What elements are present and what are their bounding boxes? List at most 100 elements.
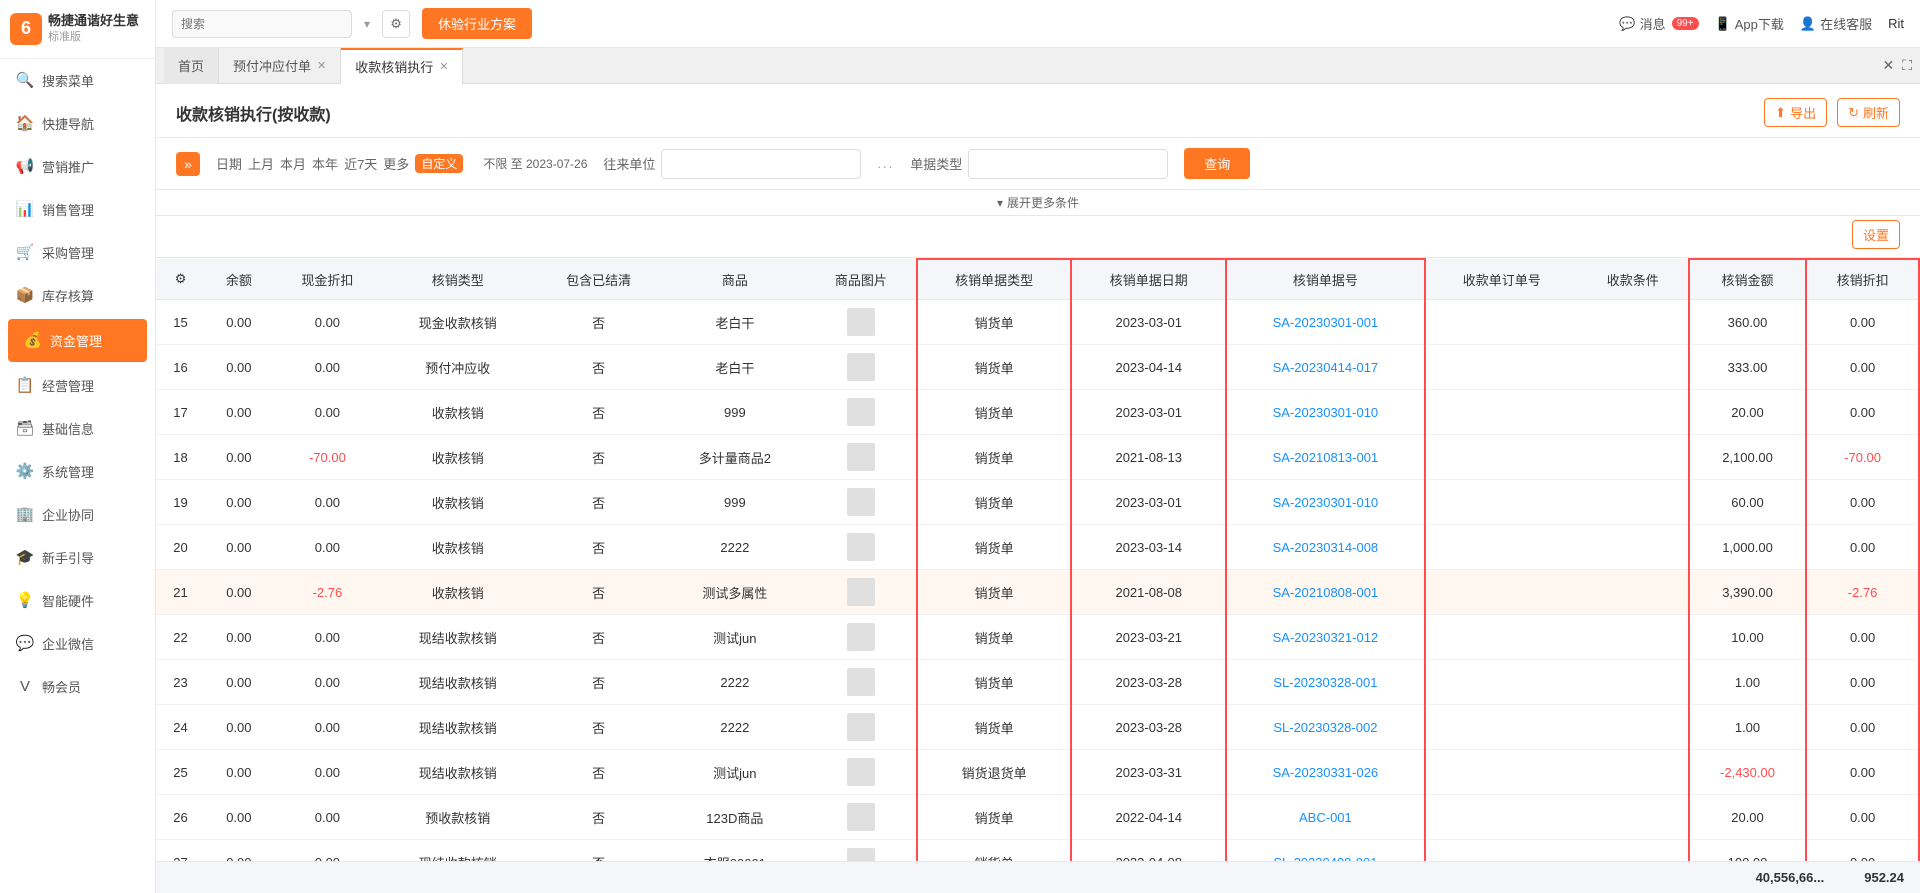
th-balance: 余额 <box>205 259 273 300</box>
filter-date-7days[interactable]: 近7天 <box>344 154 377 173</box>
cell-bill-date: 2023-03-21 <box>1071 615 1226 660</box>
service-icon: 👤 <box>1800 16 1816 32</box>
sidebar-item-quick[interactable]: 🏠快捷导航 <box>0 102 155 145</box>
sidebar-item-search[interactable]: 🔍搜索菜单 <box>0 59 155 102</box>
tab-receipt[interactable]: 收款核销执行 ✕ <box>341 48 463 84</box>
cell-receipt-no <box>1425 660 1578 705</box>
cell-cash-discount: 0.00 <box>273 525 382 570</box>
cell-bill-date: 2023-04-08 <box>1071 840 1226 862</box>
bill-no-link[interactable]: SA-20230414-017 <box>1273 360 1379 375</box>
filter-date-this-year[interactable]: 本年 <box>312 154 338 173</box>
filter-date-more[interactable]: 更多 <box>383 154 409 173</box>
bill-no-link[interactable]: SA-20230301-001 <box>1273 315 1379 330</box>
tab-prepay-close[interactable]: ✕ <box>317 59 326 72</box>
cell-bill-no: SA-20230414-017 <box>1226 345 1425 390</box>
sidebar-item-company[interactable]: 🏢企业协同 <box>0 493 155 536</box>
cell-goods-img <box>806 705 917 750</box>
bill-no-link[interactable]: SA-20230331-026 <box>1273 765 1379 780</box>
cell-payment-terms <box>1578 300 1689 345</box>
bill-no-link[interactable]: SA-20210808-001 <box>1273 585 1379 600</box>
cell-id: 17 <box>156 390 205 435</box>
filter-bill-type-select-wrap <box>968 149 1168 179</box>
filter-query-button[interactable]: 查询 <box>1184 148 1250 179</box>
export-button[interactable]: ⬆ 导出 <box>1764 98 1827 127</box>
tab-home[interactable]: 首页 <box>164 48 219 84</box>
sidebar-item-marketing[interactable]: 📢营销推广 <box>0 145 155 188</box>
cell-payment-terms <box>1578 345 1689 390</box>
bill-no-link[interactable]: SL-20230328-001 <box>1273 675 1377 690</box>
sidebar-item-basic[interactable]: 🗃基础信息 <box>0 407 155 450</box>
cell-discount: 0.00 <box>1806 525 1919 570</box>
filter-date-this-month[interactable]: 本月 <box>280 154 306 173</box>
bill-no-link[interactable]: SA-20230301-010 <box>1273 405 1379 420</box>
cell-bill-no: SA-20230331-026 <box>1226 750 1425 795</box>
cell-bill-date: 2021-08-08 <box>1071 570 1226 615</box>
cell-bill-type: 销货单 <box>917 525 1072 570</box>
topbar-message[interactable]: 💬 消息 99+ <box>1619 14 1698 33</box>
close-window-icon[interactable]: ✕ <box>1882 57 1894 74</box>
sidebar-item-finance[interactable]: 💰资金管理 <box>8 319 147 362</box>
filter-expand-more-bar[interactable]: ▾ 展开更多条件 <box>156 190 1920 216</box>
cell-bill-date: 2023-03-01 <box>1071 480 1226 525</box>
app-icon: 📱 <box>1715 16 1731 32</box>
bill-no-link[interactable]: SA-20230301-010 <box>1273 495 1379 510</box>
bill-no-link[interactable]: SA-20230321-012 <box>1273 630 1379 645</box>
message-badge: 99+ <box>1672 17 1699 30</box>
ops-icon: 📋 <box>16 376 34 394</box>
sidebar-item-sales[interactable]: 📊销售管理 <box>0 188 155 231</box>
tab-receipt-close[interactable]: ✕ <box>439 60 448 73</box>
cell-bill-date: 2022-04-14 <box>1071 795 1226 840</box>
bill-no-link[interactable]: SL-20230328-002 <box>1273 720 1377 735</box>
topbar-settings-icon[interactable]: ⚙ <box>382 10 410 38</box>
bill-no-link[interactable]: ABC-001 <box>1299 810 1352 825</box>
filter-settings-button[interactable]: 设置 <box>1852 220 1900 249</box>
sidebar-item-system[interactable]: ⚙️系统管理 <box>0 450 155 493</box>
sidebar-item-wechat[interactable]: 💬企业微信 <box>0 622 155 665</box>
cell-type: 现结收款核销 <box>382 615 533 660</box>
expand-window-icon[interactable]: ⛶ <box>1902 57 1912 74</box>
cell-type: 预付冲应收 <box>382 345 533 390</box>
sidebar-item-newbie[interactable]: 🎓新手引导 <box>0 536 155 579</box>
filter-expand-button[interactable]: » <box>176 152 200 176</box>
page-header: 收款核销执行(按收款) ⬆ 导出 ↻ 刷新 <box>156 84 1920 138</box>
sidebar-item-ops[interactable]: 📋经营管理 <box>0 364 155 407</box>
th-bill-type: 核销单据类型 <box>917 259 1072 300</box>
tab-prepay[interactable]: 预付冲应付单 ✕ <box>219 48 341 84</box>
cell-amount: -2,430.00 <box>1689 750 1806 795</box>
cell-id: 27 <box>156 840 205 862</box>
cell-cash-discount: -70.00 <box>273 435 382 480</box>
cell-goods: 测试jun <box>664 750 806 795</box>
app-logo-icon: 6 <box>10 13 42 45</box>
cell-type: 收款核销 <box>382 435 533 480</box>
cell-discount: 0.00 <box>1806 750 1919 795</box>
tab-prepay-label: 预付冲应付单 <box>233 56 311 75</box>
topbar-online-service[interactable]: 👤 在线客服 <box>1800 14 1872 33</box>
th-settings[interactable]: ⚙ <box>156 259 205 300</box>
th-goods-img: 商品图片 <box>806 259 917 300</box>
bill-no-link[interactable]: SA-20210813-001 <box>1273 450 1379 465</box>
cell-included: 否 <box>533 795 663 840</box>
sidebar-item-inventory[interactable]: 📦库存核算 <box>0 274 155 317</box>
topbar-dropdown-arrow[interactable]: ▾ <box>364 17 370 31</box>
filter-date-custom[interactable]: 自定义 <box>415 154 463 173</box>
page-content: 收款核销执行(按收款) ⬆ 导出 ↻ 刷新 » 日期 上月 本月 本 <box>156 84 1920 893</box>
cell-balance: 0.00 <box>205 660 273 705</box>
cell-bill-no: SA-20230314-008 <box>1226 525 1425 570</box>
sidebar-item-vip[interactable]: V畅会员 <box>0 665 155 708</box>
cell-goods-img <box>806 750 917 795</box>
sidebar-item-hardware[interactable]: 💡智能硬件 <box>0 579 155 622</box>
topbar-right: 💬 消息 99+ 📱 App下载 👤 在线客服 Rit <box>1619 14 1904 33</box>
industry-solution-button[interactable]: 休验行业方案 <box>422 8 532 39</box>
cell-id: 23 <box>156 660 205 705</box>
filter-partner-input[interactable] <box>661 149 861 179</box>
cell-goods-img <box>806 480 917 525</box>
cell-bill-type: 销货单 <box>917 345 1072 390</box>
cell-discount: 0.00 <box>1806 615 1919 660</box>
sidebar-item-purchase[interactable]: 🛒采购管理 <box>0 231 155 274</box>
bill-no-link[interactable]: SA-20230314-008 <box>1273 540 1379 555</box>
topbar-search-input[interactable] <box>172 10 352 38</box>
refresh-button[interactable]: ↻ 刷新 <box>1837 98 1900 127</box>
filter-date-last-month[interactable]: 上月 <box>248 154 274 173</box>
filter-bill-type-select[interactable] <box>968 149 1168 179</box>
topbar-app-download[interactable]: 📱 App下载 <box>1715 14 1784 33</box>
